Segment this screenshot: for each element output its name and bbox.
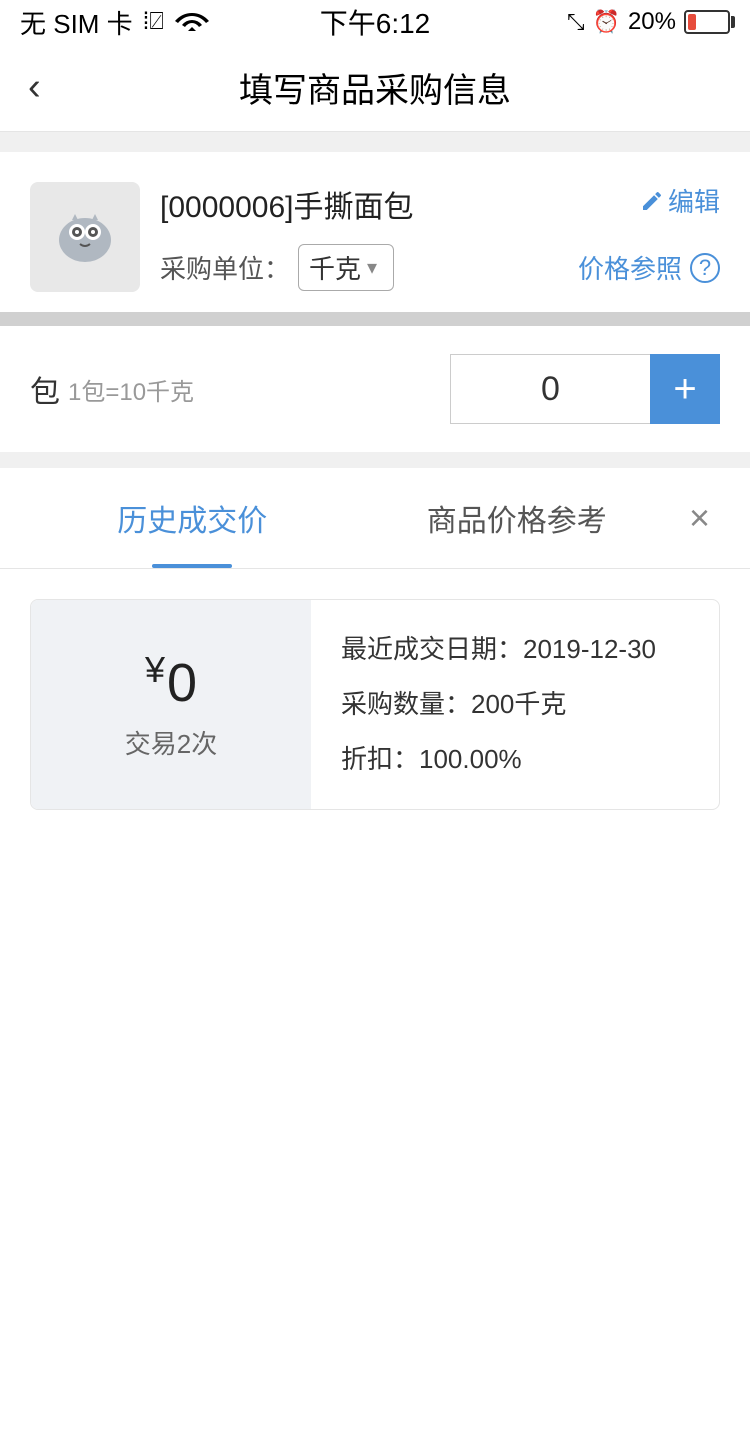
price-ref-help-icon: ? xyxy=(690,253,720,283)
status-time: 下午6:12 xyxy=(320,2,431,42)
price-trades: 交易2次 xyxy=(125,724,217,761)
price-card-left: ¥0 交易2次 xyxy=(31,600,311,809)
quantity-unit-hint: 1包=10千克 xyxy=(68,372,194,407)
battery-bar xyxy=(684,10,730,34)
alarm-icon: ⏰ xyxy=(593,9,620,35)
battery-pct: 20% xyxy=(628,8,676,36)
currency-symbol: ¥ xyxy=(145,649,165,690)
unit-select[interactable]: 千克 ▾ xyxy=(298,244,394,291)
quantity-control: + xyxy=(450,354,720,424)
product-card: [0000006]手撕面包 编辑 采购单位： 千克 ▾ 价格参照 ? xyxy=(0,152,750,312)
tab-product-price-ref[interactable]: 商品价格参考 xyxy=(354,468,678,568)
edit-button[interactable]: 编辑 xyxy=(640,182,720,219)
divider-bar xyxy=(0,312,750,326)
price-card: ¥0 交易2次 最近成交日期：2019-12-30 采购数量：200千克 折扣：… xyxy=(30,599,720,810)
edit-icon xyxy=(640,189,664,213)
product-thumbnail xyxy=(30,182,140,292)
quantity-unit-label: 包 1包=10千克 xyxy=(30,367,194,411)
discount-row: 折扣：100.00% xyxy=(341,740,689,779)
price-ref-button[interactable]: 价格参照 ? xyxy=(578,249,720,286)
quantity-row: 包 1包=10千克 + xyxy=(0,326,750,452)
quantity-plus-button[interactable]: + xyxy=(650,354,720,424)
price-reference-panel: 历史成交价 商品价格参考 × ¥0 交易2次 最近成交日期：2019-12-30… xyxy=(0,468,750,840)
battery-fill xyxy=(688,14,696,30)
product-name: [0000006]手撕面包 xyxy=(160,182,413,226)
price-amount: ¥0 xyxy=(145,649,197,714)
wifi-icon: ⁞⍁ xyxy=(143,8,164,36)
tab-content-history: ¥0 交易2次 最近成交日期：2019-12-30 采购数量：200千克 折扣：… xyxy=(0,569,750,840)
wifi-signal xyxy=(174,5,210,40)
unit-label: 采购单位： 千克 ▾ xyxy=(160,244,394,291)
product-unit-row: 采购单位： 千克 ▾ 价格参照 ? xyxy=(160,244,720,291)
price-card-right: 最近成交日期：2019-12-30 采购数量：200千克 折扣：100.00% xyxy=(311,600,719,809)
product-header: [0000006]手撕面包 编辑 xyxy=(160,182,720,226)
location-icon: ⤡ xyxy=(567,9,585,35)
status-bar: 无 SIM 卡 ⁞⍁ 下午6:12 ⤡ ⏰ 20% xyxy=(0,0,750,44)
quantity-row-detail: 采购数量：200千克 xyxy=(341,685,689,724)
quantity-input[interactable] xyxy=(450,354,650,424)
product-logo-icon xyxy=(50,202,120,272)
status-carrier: 无 SIM 卡 ⁞⍁ xyxy=(20,4,210,41)
quantity-unit-name: 包 xyxy=(30,367,60,411)
bottom-fill xyxy=(0,840,750,1440)
page-title: 填写商品采购信息 xyxy=(239,63,511,112)
tab-close-button[interactable]: × xyxy=(679,487,720,549)
tab-header: 历史成交价 商品价格参考 × xyxy=(0,468,750,569)
back-button[interactable]: ‹ xyxy=(28,66,41,109)
nav-bar: ‹ 填写商品采购信息 xyxy=(0,44,750,132)
product-info: [0000006]手撕面包 编辑 采购单位： 千克 ▾ 价格参照 ? xyxy=(160,182,720,291)
status-indicators: ⤡ ⏰ 20% xyxy=(567,8,730,36)
dropdown-arrow-icon: ▾ xyxy=(367,255,377,280)
tab-history-price[interactable]: 历史成交价 xyxy=(30,468,354,568)
recent-date-row: 最近成交日期：2019-12-30 xyxy=(341,630,689,669)
